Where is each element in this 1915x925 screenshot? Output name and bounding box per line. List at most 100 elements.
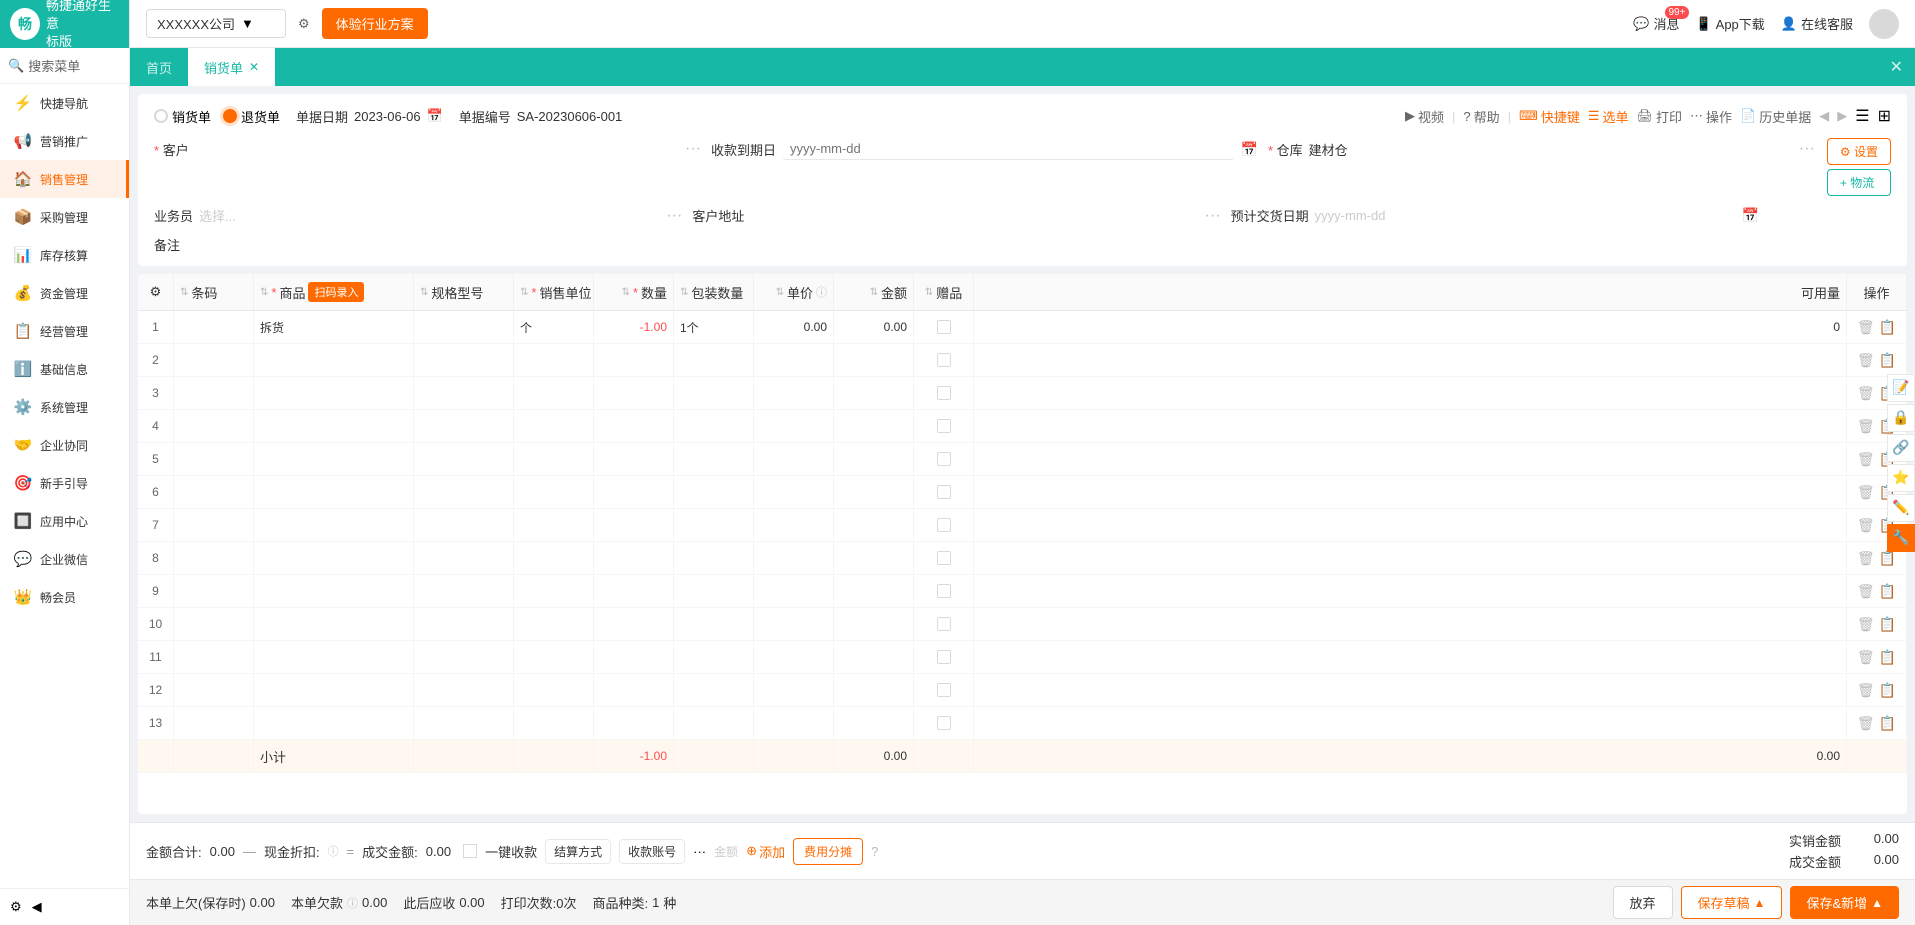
right-tool-edit[interactable]: ✏️: [1887, 494, 1915, 522]
copy-icon[interactable]: 📋: [1879, 616, 1896, 633]
close-window-icon[interactable]: ✕: [1890, 57, 1903, 77]
sidebar-item-wechat[interactable]: 💬 企业微信: [0, 540, 129, 578]
delete-icon[interactable]: 🗑: [1857, 616, 1875, 633]
copy-icon[interactable]: 📋: [1879, 583, 1896, 600]
address-input-btn[interactable]: ···: [1205, 207, 1221, 225]
receive-date-input[interactable]: [782, 138, 1235, 160]
sidebar-item-system[interactable]: ⚙️ 系统管理: [0, 388, 129, 426]
delete-icon[interactable]: 🗑: [1857, 583, 1875, 600]
td-pack-1[interactable]: 1个: [674, 311, 754, 343]
copy-icon[interactable]: 📋: [1879, 682, 1896, 699]
sidebar-search[interactable]: 🔍 搜索菜单: [0, 48, 129, 84]
price-info-icon[interactable]: ⓘ: [816, 284, 827, 300]
radio-sales[interactable]: 销货单: [154, 107, 211, 126]
warehouse-input-btn[interactable]: ···: [1799, 140, 1815, 158]
copy-icon[interactable]: 📋: [1879, 715, 1896, 732]
view-grid-icon[interactable]: ⊞: [1878, 106, 1891, 126]
sidebar-item-operations[interactable]: 📋 经营管理: [0, 312, 129, 350]
experience-btn[interactable]: 体验行业方案: [322, 8, 428, 39]
delete-icon[interactable]: 🗑: [1857, 715, 1875, 732]
settings-gear-icon[interactable]: ⚙: [298, 16, 310, 32]
add-payment-btn[interactable]: ⊕ 添加: [746, 842, 785, 861]
view-list-icon[interactable]: ☰: [1855, 106, 1869, 126]
copy-icon-1[interactable]: 📋: [1879, 319, 1896, 336]
copy-icon[interactable]: 📋: [1879, 550, 1896, 567]
td-spec-1[interactable]: [414, 311, 514, 343]
right-tool-lock[interactable]: 🔒: [1887, 404, 1915, 432]
td-amount-1[interactable]: 0.00: [834, 311, 914, 343]
th-settings[interactable]: ⚙: [138, 274, 174, 310]
copy-icon[interactable]: 📋: [1879, 352, 1896, 369]
toolbar-print[interactable]: 🖨 打印: [1637, 107, 1683, 126]
nav-prev-icon[interactable]: ◀: [1819, 108, 1829, 124]
owe-info-icon[interactable]: ⓘ: [347, 895, 358, 911]
tab-close-icon[interactable]: ✕: [249, 60, 259, 74]
customer-input-btn[interactable]: ···: [685, 140, 701, 158]
sidebar-item-quick-nav[interactable]: ⚡ 快捷导航: [0, 84, 129, 122]
delete-icon[interactable]: 🗑: [1857, 418, 1875, 435]
tab-home[interactable]: 首页: [130, 48, 188, 86]
td-qty-1[interactable]: -1.00: [594, 311, 674, 343]
copy-icon[interactable]: 📋: [1879, 649, 1896, 666]
avatar[interactable]: [1869, 9, 1899, 39]
delete-icon[interactable]: 🗑: [1857, 517, 1875, 534]
delete-icon[interactable]: 🗑: [1857, 682, 1875, 699]
save-new-button[interactable]: 保存&新增 ▲: [1790, 886, 1899, 919]
sidebar-item-enterprise[interactable]: 🤝 企业协同: [0, 426, 129, 464]
discard-button[interactable]: 放弃: [1613, 886, 1673, 919]
td-unit-1[interactable]: 个: [514, 311, 594, 343]
td-barcode-1[interactable]: [174, 311, 254, 343]
delete-icon[interactable]: 🗑: [1857, 385, 1875, 402]
td-product-1[interactable]: 拆货: [254, 311, 414, 343]
expense-split-btn[interactable]: 费用分摊: [793, 838, 863, 865]
scan-btn[interactable]: 扫码录入: [308, 282, 364, 302]
sidebar-collapse-icon[interactable]: ◀: [32, 899, 42, 915]
sidebar-item-guide[interactable]: 🎯 新手引导: [0, 464, 129, 502]
delete-icon-1[interactable]: 🗑: [1857, 319, 1875, 336]
save-draft-button[interactable]: 保存草稿 ▲: [1681, 886, 1783, 919]
sidebar-item-finance[interactable]: 💰 资金管理: [0, 274, 129, 312]
delete-icon[interactable]: 🗑: [1857, 451, 1875, 468]
td-gift-1[interactable]: [914, 311, 974, 343]
right-tool-notes[interactable]: 📝: [1887, 374, 1915, 402]
salesperson-input-btn[interactable]: ···: [666, 207, 682, 225]
discount-info-icon[interactable]: ⓘ: [328, 843, 339, 859]
receive-date-calendar-icon[interactable]: 📅: [1241, 141, 1258, 158]
right-tool-orange[interactable]: 🔧: [1887, 524, 1915, 552]
toolbar-history[interactable]: 📄 历史单据: [1740, 107, 1811, 126]
toolbar-operations[interactable]: ⋯ 操作: [1690, 107, 1732, 126]
settings-icon[interactable]: ⚙: [150, 284, 162, 300]
company-selector[interactable]: XXXXXX公司 ▼: [146, 9, 286, 38]
app-download-item[interactable]: 📱 App下载: [1695, 14, 1764, 33]
sidebar-item-marketing[interactable]: 📢 营销推广: [0, 122, 129, 160]
sidebar-item-member[interactable]: 👑 畅会员: [0, 578, 129, 616]
radio-return[interactable]: 退货单: [223, 107, 280, 126]
sidebar-item-purchase[interactable]: 📦 采购管理: [0, 198, 129, 236]
sidebar-item-sales[interactable]: 🏠 销售管理: [0, 160, 129, 198]
toolbar-video[interactable]: ▶ 视频: [1405, 107, 1444, 126]
message-item[interactable]: 💬 消息 99+: [1633, 14, 1679, 33]
delivery-date-calendar-icon[interactable]: 📅: [1742, 207, 1759, 224]
sidebar-item-inventory[interactable]: 📊 库存核算: [0, 236, 129, 274]
toolbar-shortcut[interactable]: ⌨ 快捷键: [1519, 107, 1580, 126]
sidebar-item-basics[interactable]: ℹ️ 基础信息: [0, 350, 129, 388]
delete-icon[interactable]: 🗑: [1857, 352, 1875, 369]
calendar-icon[interactable]: 📅: [427, 108, 443, 124]
td-price-1[interactable]: 0.00: [754, 311, 834, 343]
one-click-pay-checkbox[interactable]: [463, 844, 477, 858]
delete-icon[interactable]: 🗑: [1857, 649, 1875, 666]
right-tool-link[interactable]: 🔗: [1887, 434, 1915, 462]
delete-icon[interactable]: 🗑: [1857, 550, 1875, 567]
toolbar-select[interactable]: ☰ 选单: [1588, 107, 1629, 126]
delete-icon[interactable]: 🗑: [1857, 484, 1875, 501]
nav-next-icon[interactable]: ▶: [1837, 108, 1847, 124]
toolbar-help[interactable]: ? 帮助: [1463, 107, 1499, 126]
sidebar-settings-icon[interactable]: ⚙: [10, 899, 22, 915]
settlement-method-select[interactable]: 结算方式: [545, 839, 611, 864]
sidebar-item-appstore[interactable]: 🔲 应用中心: [0, 502, 129, 540]
online-service-item[interactable]: 👤 在线客服: [1781, 14, 1853, 33]
right-tool-star[interactable]: ⭐: [1887, 464, 1915, 492]
account-select[interactable]: 收款账号: [619, 839, 685, 864]
setting-button[interactable]: ⚙ 设置: [1827, 138, 1891, 165]
tab-sales-order[interactable]: 销货单 ✕: [188, 48, 275, 86]
